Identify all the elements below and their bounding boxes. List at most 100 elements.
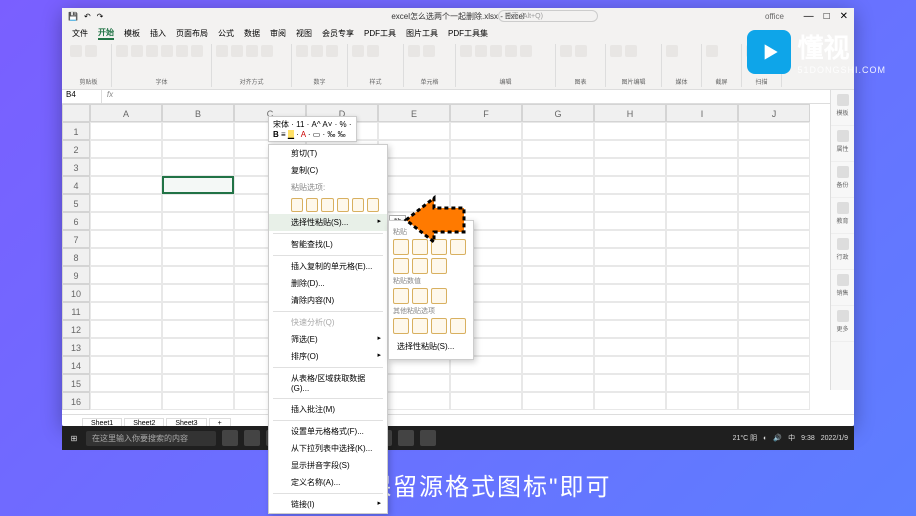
tab-review[interactable]: 审阅 [270, 28, 286, 39]
menu-delete[interactable]: 删除(D)... [269, 275, 387, 292]
paste-other-icon[interactable] [393, 318, 409, 334]
menu-smart-lookup[interactable]: 智能查找(L) [269, 236, 387, 253]
row-header[interactable]: 1 [62, 122, 90, 140]
tab-layout[interactable]: 页面布局 [176, 28, 208, 39]
taskbar-app-icon[interactable] [420, 430, 436, 446]
paste-other-icon[interactable] [412, 318, 428, 334]
clock-date[interactable]: 2022/1/9 [821, 435, 848, 442]
maximize-icon[interactable]: □ [824, 11, 830, 22]
menu-insert-copied[interactable]: 插入复制的单元格(E)... [269, 258, 387, 275]
taskbar-search[interactable]: 在这里输入你要搜索的内容 [86, 431, 216, 446]
menu-from-table[interactable]: 从表格/区域获取数据(G)... [269, 370, 387, 396]
clock-time[interactable]: 9:38 [801, 435, 815, 442]
paste-icon[interactable] [352, 198, 364, 212]
side-item[interactable]: 模板 [831, 90, 854, 126]
tab-vip[interactable]: 会员专享 [322, 28, 354, 39]
taskbar-app-icon[interactable] [398, 430, 414, 446]
taskbar-app-icon[interactable] [244, 430, 260, 446]
menu-link[interactable]: 链接(I) [269, 496, 387, 513]
weather[interactable]: 21°C 阴 [733, 433, 758, 443]
menu-filter[interactable]: 筛选(E) [269, 331, 387, 348]
col-header[interactable]: I [666, 104, 738, 122]
row-header[interactable]: 11 [62, 302, 90, 320]
tab-pdf[interactable]: PDF工具 [364, 28, 396, 39]
paste-option-icon[interactable] [431, 258, 447, 274]
row-header[interactable]: 14 [62, 356, 90, 374]
selected-cell-b4[interactable] [162, 176, 234, 194]
start-button[interactable]: ⊞ [62, 434, 86, 443]
row-header[interactable]: 3 [62, 158, 90, 176]
undo-icon[interactable]: ↶ [84, 12, 91, 21]
row-header[interactable]: 6 [62, 212, 90, 230]
cut-icon[interactable] [85, 45, 97, 57]
menu-sort[interactable]: 排序(O) [269, 348, 387, 365]
name-box[interactable]: B4 [62, 90, 102, 103]
redo-icon[interactable]: ↷ [97, 12, 104, 21]
col-header[interactable]: H [594, 104, 666, 122]
select-all-corner[interactable] [62, 104, 90, 122]
tab-home[interactable]: 开始 [98, 27, 114, 40]
tray-icon[interactable]: ◐ [763, 435, 767, 442]
row-header[interactable]: 12 [62, 320, 90, 338]
taskbar-app-icon[interactable] [222, 430, 238, 446]
col-header[interactable]: A [90, 104, 162, 122]
tab-insert[interactable]: 插入 [150, 28, 166, 39]
save-icon[interactable]: 💾 [68, 12, 78, 21]
tab-file[interactable]: 文件 [72, 28, 88, 39]
paste-icon[interactable] [337, 198, 349, 212]
col-header[interactable]: J [738, 104, 810, 122]
tab-template[interactable]: 模板 [124, 28, 140, 39]
tab-formula[interactable]: 公式 [218, 28, 234, 39]
menu-paste-special[interactable]: 选择性粘贴(S)... [269, 214, 387, 231]
search-input[interactable]: 搜索 (Alt+Q) [498, 10, 598, 22]
tab-data[interactable]: 数据 [244, 28, 260, 39]
menu-pick-list[interactable]: 从下拉列表中选择(K)... [269, 440, 387, 457]
col-header[interactable]: F [450, 104, 522, 122]
menu-phonetic[interactable]: 显示拼音字段(S) [269, 457, 387, 474]
paste-other-icon[interactable] [431, 318, 447, 334]
side-item[interactable]: 行政 [831, 234, 854, 270]
close-icon[interactable]: ✕ [840, 11, 848, 22]
paste-icon[interactable] [306, 198, 318, 212]
menu-define-name[interactable]: 定义名称(A)... [269, 474, 387, 491]
menu-insert-comment[interactable]: 插入批注(M) [269, 401, 387, 418]
side-item[interactable]: 销售 [831, 270, 854, 306]
col-header[interactable]: B [162, 104, 234, 122]
paste-value-icon[interactable] [393, 288, 409, 304]
paste-value-icon[interactable] [431, 288, 447, 304]
paste-icon[interactable] [291, 198, 303, 212]
minimize-icon[interactable]: — [804, 11, 814, 22]
side-item[interactable]: 属性 [831, 126, 854, 162]
row-header[interactable]: 7 [62, 230, 90, 248]
submenu-paste-special[interactable]: 选择性粘贴(S)... [393, 338, 469, 355]
row-header[interactable]: 16 [62, 392, 90, 410]
col-header[interactable]: E [378, 104, 450, 122]
row-header[interactable]: 8 [62, 248, 90, 266]
paste-icon[interactable] [367, 198, 379, 212]
mini-font[interactable]: 宋体 [273, 120, 289, 129]
formula-input[interactable] [118, 90, 854, 103]
row-header[interactable]: 10 [62, 284, 90, 302]
tab-pic[interactable]: 图片工具 [406, 28, 438, 39]
paste-option-icon[interactable] [412, 258, 428, 274]
row-header[interactable]: 2 [62, 140, 90, 158]
side-item[interactable]: 更多 [831, 306, 854, 342]
menu-cut[interactable]: 剪切(T) [269, 145, 387, 162]
paste-icon[interactable] [321, 198, 333, 212]
tab-pdfset[interactable]: PDF工具集 [448, 28, 488, 39]
menu-clear[interactable]: 清除内容(N) [269, 292, 387, 309]
row-header[interactable]: 4 [62, 176, 90, 194]
row-header[interactable]: 9 [62, 266, 90, 284]
paste-other-icon[interactable] [450, 318, 466, 334]
tray-icon[interactable]: 🔊 [773, 434, 782, 442]
menu-copy[interactable]: 复制(C) [269, 162, 387, 179]
col-header[interactable]: G [522, 104, 594, 122]
mini-toolbar[interactable]: 宋体 · 11 · A^ A˅ · % · B ≡ ▁ · A · ▭ · ‰ … [268, 116, 357, 142]
fx-icon[interactable]: fx [102, 90, 118, 103]
mini-size[interactable]: 11 [296, 120, 304, 129]
row-header[interactable]: 5 [62, 194, 90, 212]
paste-icon[interactable] [70, 45, 82, 57]
row-header[interactable]: 13 [62, 338, 90, 356]
paste-value-icon[interactable] [412, 288, 428, 304]
menu-format-cells[interactable]: 设置单元格格式(F)... [269, 423, 387, 440]
